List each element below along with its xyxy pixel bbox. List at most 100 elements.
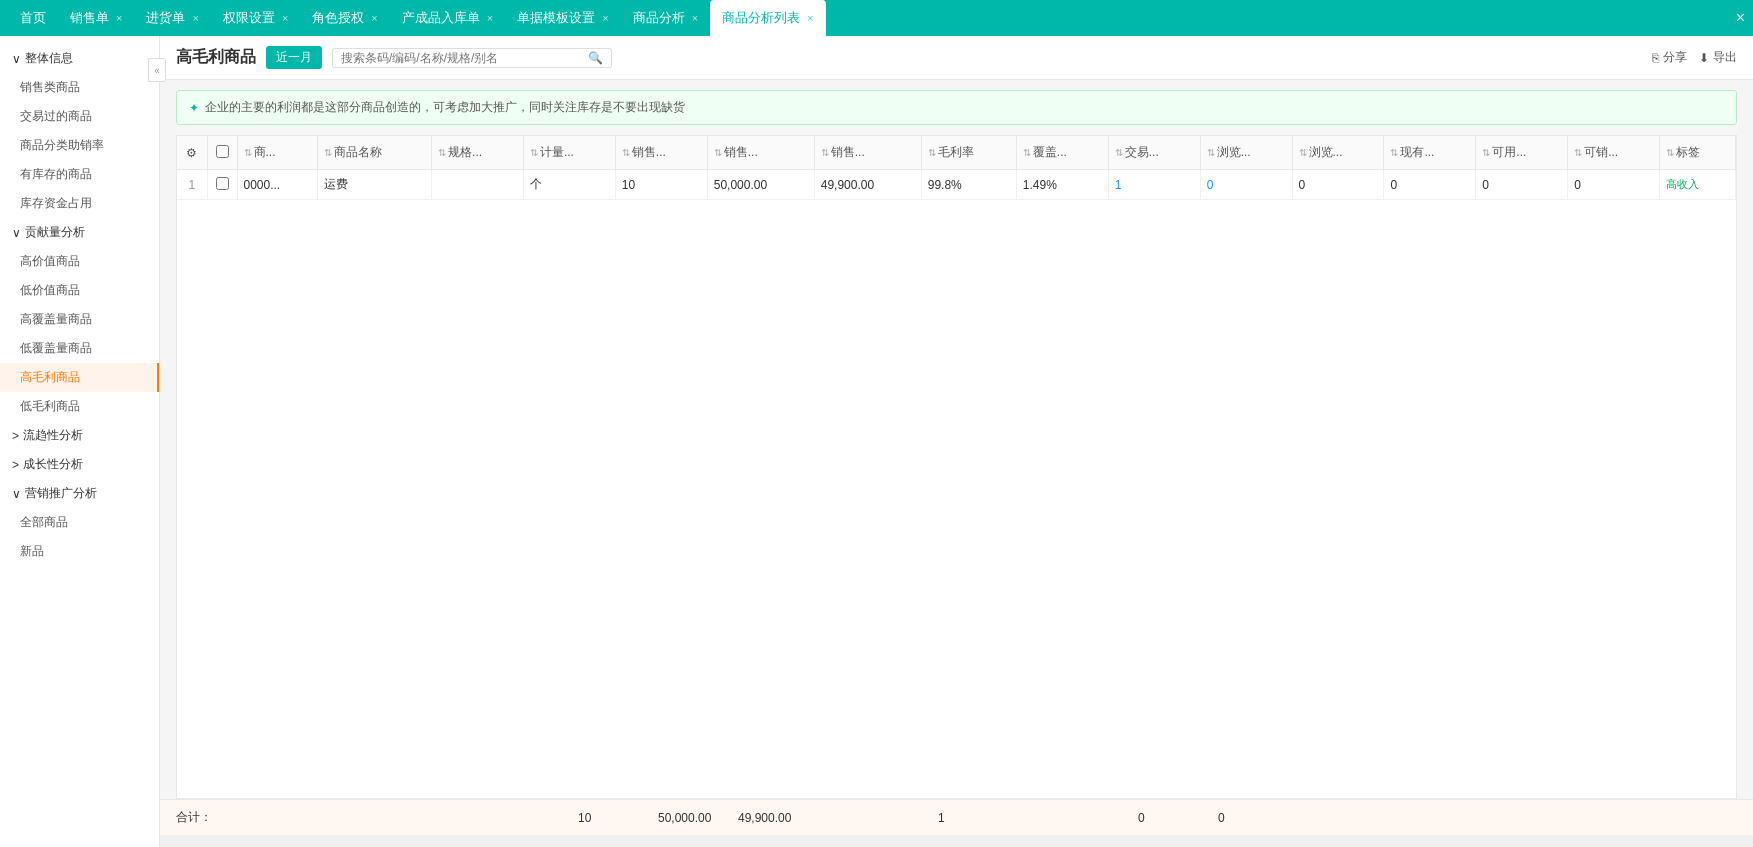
col-header-saleable[interactable]: ⇅可销... — [1568, 136, 1660, 170]
sidebar: ∨整体信息销售类商品交易过的商品商品分类助销率有库存的商品库存资金占用∨贡献量分… — [0, 36, 160, 847]
sort-icon: ⇅ — [821, 147, 829, 158]
sort-icon: ⇅ — [1207, 147, 1215, 158]
info-banner-text: 企业的主要的利润都是这部分商品创造的，可考虑加大推广，同时关注库存是不要出现缺货 — [205, 99, 685, 116]
col-header-available[interactable]: ⇅可用... — [1476, 136, 1568, 170]
col-header-view2[interactable]: ⇅浏览... — [1292, 136, 1384, 170]
sidebar-item-全部商品[interactable]: 全部商品 — [0, 508, 159, 537]
row-checkbox[interactable] — [207, 170, 237, 200]
nav-close-icon[interactable]: × — [282, 12, 288, 24]
nav-close-icon[interactable]: × — [807, 12, 813, 24]
row-sales-amount: 50,000.00 — [707, 170, 814, 200]
sidebar-item-交易过的商品[interactable]: 交易过的商品 — [0, 102, 159, 131]
sort-icon: ⇅ — [1299, 147, 1307, 158]
col-header-unit[interactable]: ⇅计量... — [523, 136, 615, 170]
sidebar-item-高毛利商品[interactable]: 高毛利商品 — [0, 363, 159, 392]
chevron-icon: > — [12, 458, 19, 472]
main-layout: ∨整体信息销售类商品交易过的商品商品分类助销率有库存的商品库存资金占用∨贡献量分… — [0, 36, 1753, 847]
col-header-gross_margin[interactable]: ⇅毛利率 — [921, 136, 1016, 170]
search-box[interactable]: 🔍 — [332, 48, 612, 68]
sort-icon: ⇅ — [1666, 147, 1674, 158]
data-table: ⚙⇅商...⇅商品名称⇅规格...⇅计量...⇅销售...⇅销售...⇅销售..… — [177, 136, 1736, 200]
header-actions: ⎘ 分享 ⬇ 导出 — [1652, 49, 1737, 66]
nav-item-产成品入库单[interactable]: 产成品入库单× — [390, 0, 505, 36]
nav-item-商品分析列表[interactable]: 商品分析列表× — [710, 0, 825, 36]
nav-item-角色授权[interactable]: 角色授权× — [300, 0, 389, 36]
sort-icon: ⇅ — [1390, 147, 1398, 158]
sidebar-item-高覆盖量商品[interactable]: 高覆盖量商品 — [0, 305, 159, 334]
footer-sales-amount: 50,000.00 — [652, 811, 732, 825]
sidebar-group-贡献量分析[interactable]: ∨贡献量分析 — [0, 218, 159, 247]
search-input[interactable] — [341, 51, 584, 65]
sort-icon: ⇅ — [1023, 147, 1031, 158]
close-all-button[interactable]: × — [1736, 9, 1745, 27]
row-code: 0000... — [237, 170, 317, 200]
sort-icon: ⇅ — [1482, 147, 1490, 158]
nav-item-首页[interactable]: 首页 — [8, 0, 58, 36]
col-header-sales_amount[interactable]: ⇅销售... — [707, 136, 814, 170]
sidebar-item-低覆盖量商品[interactable]: 低覆盖量商品 — [0, 334, 159, 363]
data-table-container: ⚙⇅商...⇅商品名称⇅规格...⇅计量...⇅销售...⇅销售...⇅销售..… — [176, 135, 1737, 799]
nav-item-权限设置[interactable]: 权限设置× — [211, 0, 300, 36]
sidebar-item-新品[interactable]: 新品 — [0, 537, 159, 566]
export-button[interactable]: ⬇ 导出 — [1699, 49, 1737, 66]
nav-close-icon[interactable]: × — [116, 12, 122, 24]
row-view1-link[interactable]: 0 — [1207, 178, 1214, 192]
row-transaction[interactable]: 1 — [1108, 170, 1200, 200]
sidebar-item-低毛利商品[interactable]: 低毛利商品 — [0, 392, 159, 421]
col-header-spec[interactable]: ⇅规格... — [432, 136, 524, 170]
sidebar-item-有库存的商品[interactable]: 有库存的商品 — [0, 160, 159, 189]
col-header-sales_qty[interactable]: ⇅销售... — [615, 136, 707, 170]
export-icon: ⬇ — [1699, 51, 1709, 65]
nav-item-商品分析[interactable]: 商品分析× — [621, 0, 710, 36]
col-header-sales_cost[interactable]: ⇅销售... — [814, 136, 921, 170]
sidebar-collapse-button[interactable]: « — [148, 58, 166, 82]
select-all-checkbox[interactable] — [216, 145, 229, 158]
share-button[interactable]: ⎘ 分享 — [1652, 49, 1687, 66]
sidebar-item-商品分类助销率[interactable]: 商品分类助销率 — [0, 131, 159, 160]
sidebar-item-销售类商品[interactable]: 销售类商品 — [0, 73, 159, 102]
sidebar-group-流趋性分析[interactable]: >流趋性分析 — [0, 421, 159, 450]
settings-icon[interactable]: ⚙ — [186, 146, 197, 160]
col-header-coverage[interactable]: ⇅覆盖... — [1016, 136, 1108, 170]
group-label: 整体信息 — [25, 50, 73, 67]
nav-item-进货单[interactable]: 进货单× — [134, 0, 210, 36]
col-header-name[interactable]: ⇅商品名称 — [317, 136, 431, 170]
search-icon[interactable]: 🔍 — [588, 51, 603, 65]
chevron-icon: ∨ — [12, 487, 21, 501]
row-tag[interactable]: 高收入 — [1660, 170, 1736, 200]
row-select-checkbox[interactable] — [216, 177, 229, 190]
sidebar-item-库存资金占用[interactable]: 库存资金占用 — [0, 189, 159, 218]
share-icon: ⎘ — [1652, 51, 1659, 65]
nav-close-icon[interactable]: × — [192, 12, 198, 24]
sort-icon: ⇅ — [324, 147, 332, 158]
sidebar-group-营销推广分析[interactable]: ∨营销推广分析 — [0, 479, 159, 508]
table-row: 10000...运费个1050,000.0049,900.0099.8%1.49… — [177, 170, 1736, 200]
footer-sales-qty: 10 — [572, 811, 652, 825]
sort-icon: ⇅ — [1574, 147, 1582, 158]
sidebar-item-低价值商品[interactable]: 低价值商品 — [0, 276, 159, 305]
sidebar-group-整体信息[interactable]: ∨ 整体信息 — [0, 44, 159, 73]
col-header-current_stock[interactable]: ⇅现有... — [1384, 136, 1476, 170]
sort-icon: ⇅ — [1115, 147, 1123, 158]
row-view1[interactable]: 0 — [1200, 170, 1292, 200]
nav-close-icon[interactable]: × — [371, 12, 377, 24]
group-label: 流趋性分析 — [23, 427, 83, 444]
row-spec — [432, 170, 524, 200]
col-header-code[interactable]: ⇅商... — [237, 136, 317, 170]
nav-close-icon[interactable]: × — [692, 12, 698, 24]
col-header-tag[interactable]: ⇅标签 — [1660, 136, 1736, 170]
nav-close-icon[interactable]: × — [487, 12, 493, 24]
horizontal-scrollbar[interactable] — [160, 835, 1753, 847]
sidebar-item-高价值商品[interactable]: 高价值商品 — [0, 247, 159, 276]
nav-item-销售单[interactable]: 销售单× — [58, 0, 134, 36]
group-label: 贡献量分析 — [25, 224, 85, 241]
nav-item-单据模板设置[interactable]: 单据模板设置× — [505, 0, 620, 36]
filter-recent-month-button[interactable]: 近一月 — [266, 46, 322, 69]
chevron-icon: ∨ — [12, 52, 21, 66]
row-view2: 0 — [1292, 170, 1384, 200]
nav-close-icon[interactable]: × — [602, 12, 608, 24]
sidebar-group-成长性分析[interactable]: >成长性分析 — [0, 450, 159, 479]
row-transaction-link[interactable]: 1 — [1115, 178, 1122, 192]
col-header-transaction[interactable]: ⇅交易... — [1108, 136, 1200, 170]
col-header-view1[interactable]: ⇅浏览... — [1200, 136, 1292, 170]
